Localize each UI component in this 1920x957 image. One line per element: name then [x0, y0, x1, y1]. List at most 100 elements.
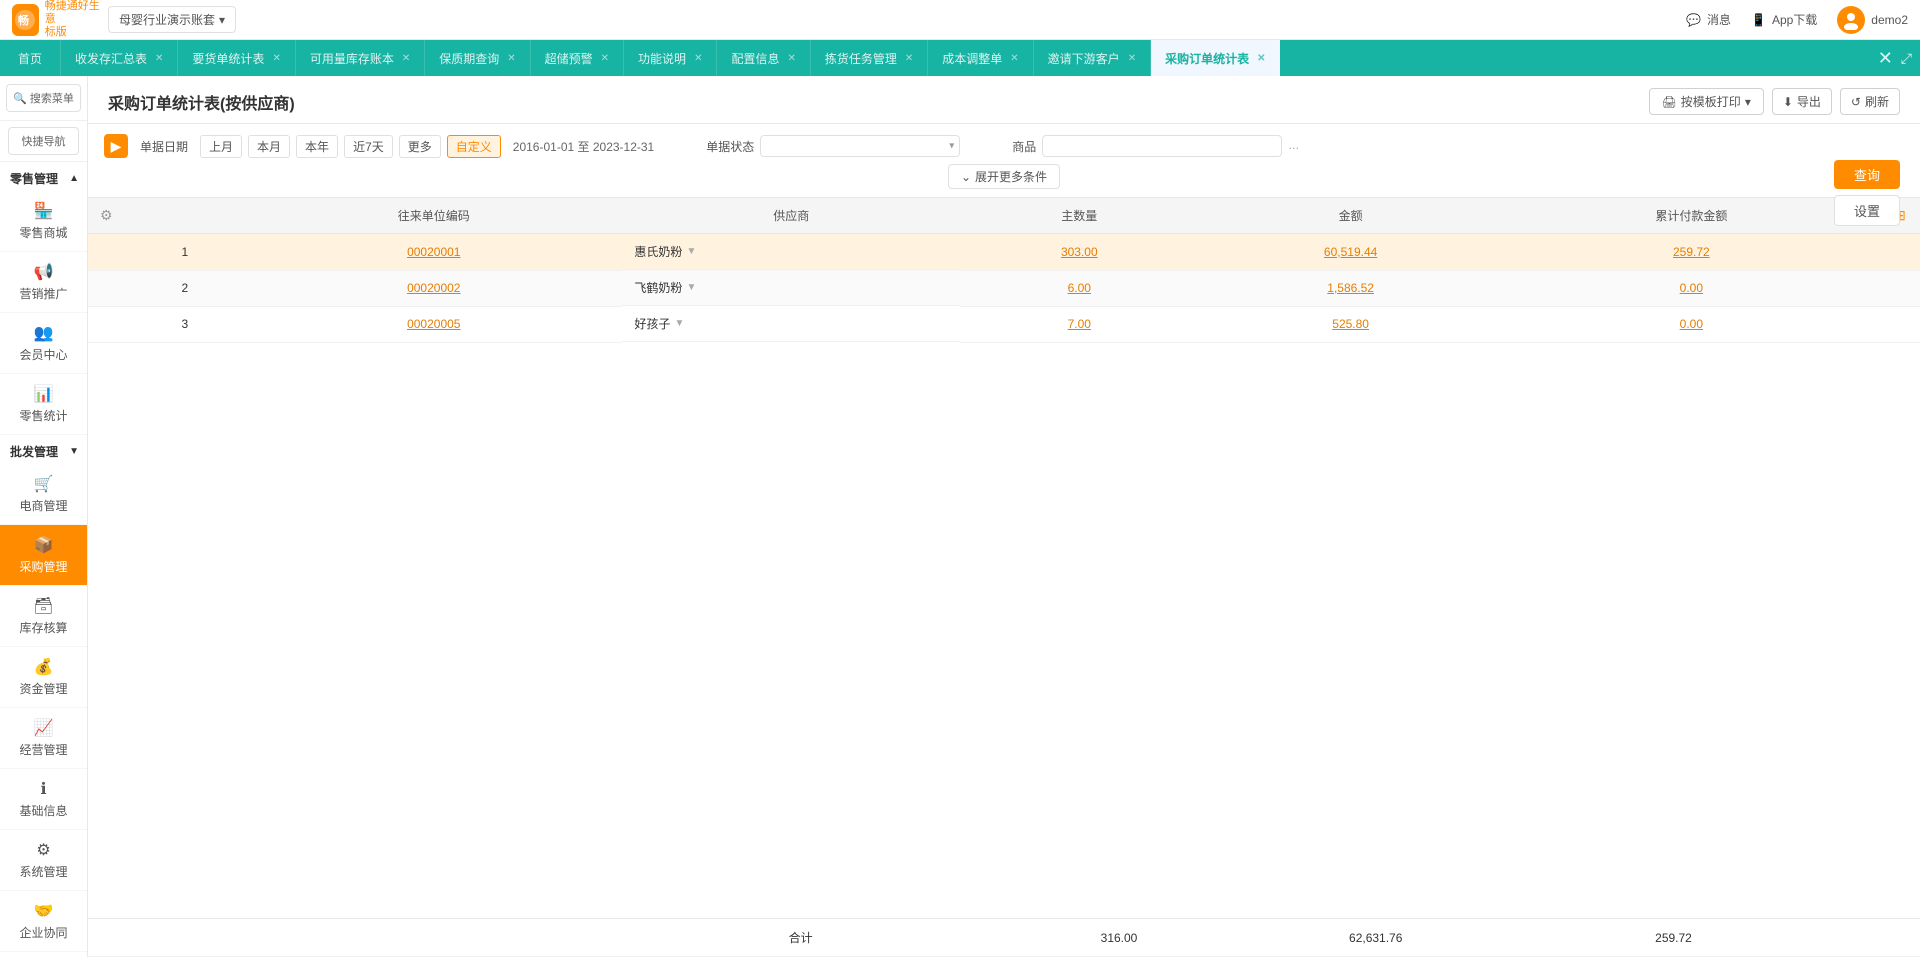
settings-icon[interactable]: ⚙ — [100, 207, 113, 223]
close-icon[interactable]: ✕ — [1128, 53, 1136, 64]
close-icon[interactable]: ✕ — [905, 53, 913, 64]
setting-button[interactable]: 设置 — [1834, 195, 1900, 226]
main-qty-cell[interactable]: 6.00 — [960, 270, 1199, 306]
cumulative-paid-cell[interactable]: 0.00 — [1503, 306, 1880, 342]
tab-config-info[interactable]: 配置信息 ✕ — [717, 40, 810, 76]
date-btn-this-month[interactable]: 本月 — [248, 135, 290, 158]
sidebar-item-marketing[interactable]: 📢 营销推广 — [0, 252, 87, 313]
tab-home[interactable]: 首页 — [0, 40, 61, 76]
sidebar-item-new-guide[interactable]: 🆕 新手引导 — [0, 952, 87, 957]
sidebar-item-label: 电商管理 — [19, 497, 67, 514]
col-header-cumulative-paid: 累计付款金额 — [1503, 198, 1880, 234]
date-btn-this-year[interactable]: 本年 — [296, 135, 338, 158]
col-header-main-qty: 主数量 — [960, 198, 1199, 234]
query-button[interactable]: 查询 — [1834, 160, 1900, 189]
sidebar-item-operation[interactable]: 📈 经营管理 — [0, 708, 87, 769]
sidebar-item-purchase[interactable]: 📦 采购管理 — [0, 525, 87, 586]
footer-main-qty: 316.00 — [996, 919, 1242, 957]
tab-order-summary[interactable]: 要货单统计表 ✕ — [178, 40, 295, 76]
close-icon[interactable]: ✕ — [787, 53, 795, 64]
expand-row-icon[interactable]: ▼ — [674, 318, 684, 329]
cumulative-paid-cell[interactable]: 259.72 — [1503, 234, 1880, 271]
operation-icon: 📈 — [34, 718, 54, 738]
main-qty-cell[interactable]: 7.00 — [960, 306, 1199, 342]
message-button[interactable]: 💬 消息 — [1686, 11, 1731, 28]
workspace-selector[interactable]: 母婴行业演示账套 ▾ — [108, 6, 236, 33]
row-expand-cell — [88, 234, 125, 271]
user-menu[interactable]: demo2 — [1837, 6, 1908, 34]
close-icon[interactable]: ✕ — [507, 53, 515, 64]
top-bar: 畅 畅捷通好生意 标版 母婴行业演示账套 ▾ 💬 消息 📱 App下载 demo… — [0, 0, 1920, 40]
tab-invite-downstream[interactable]: 邀请下游客户 ✕ — [1034, 40, 1151, 76]
amount-cell[interactable]: 525.80 — [1199, 306, 1503, 342]
expand-row-icon[interactable]: ▼ — [686, 282, 696, 293]
sidebar-item-ecommerce[interactable]: 🛒 电商管理 — [0, 464, 87, 525]
sidebar-item-fund[interactable]: 💰 资金管理 — [0, 647, 87, 708]
sidebar-item-basic-info[interactable]: ℹ 基础信息 — [0, 769, 87, 830]
sidebar-group-wholesale[interactable]: 批发管理 ▼ — [0, 435, 87, 464]
supplier-code-cell[interactable]: 00020002 — [245, 270, 622, 306]
page-header-actions: 🖨 按模板打印 ▾ ⬇ 导出 ↺ 刷新 — [1649, 88, 1900, 115]
amount-cell[interactable]: 60,519.44 — [1199, 234, 1503, 271]
footer-amount: 62,631.76 — [1242, 919, 1509, 957]
sidebar-item-retail-stats[interactable]: 📊 零售统计 — [0, 374, 87, 435]
close-icon[interactable]: ✕ — [1257, 53, 1265, 64]
sidebar-item-label: 企业协同 — [19, 924, 67, 941]
search-menu-button[interactable]: 🔍 搜索菜单 — [6, 84, 81, 112]
supplier-code-cell[interactable]: 00020001 — [245, 234, 622, 271]
app-download-button[interactable]: 📱 App下载 — [1751, 11, 1817, 28]
sidebar-item-enterprise[interactable]: 🤝 企业协同 — [0, 891, 87, 952]
workspace-label: 母婴行业演示账套 — [119, 11, 215, 28]
main-qty-cell[interactable]: 303.00 — [960, 234, 1199, 271]
sidebar-item-system[interactable]: ⚙ 系统管理 — [0, 830, 87, 891]
date-btn-7days[interactable]: 近7天 — [344, 135, 393, 158]
sidebar-item-retail-mall[interactable]: 🏪 零售商城 — [0, 191, 87, 252]
close-all-tabs-button[interactable]: ✕ — [1878, 49, 1893, 67]
tab-function-desc[interactable]: 功能说明 ✕ — [624, 40, 717, 76]
table-row: 3 00020005 好孩子 ▼ 7.00 525.80 0.00 — [88, 306, 1920, 342]
template-print-button[interactable]: 🖨 按模板打印 ▾ — [1649, 88, 1764, 115]
ecommerce-icon: 🛒 — [34, 474, 54, 494]
row-num-cell: 1 — [125, 234, 246, 271]
close-icon[interactable]: ✕ — [402, 53, 410, 64]
supplier-code-cell[interactable]: 00020005 — [245, 306, 622, 342]
date-btn-more[interactable]: 更多 — [399, 135, 441, 158]
tab-receive-summary[interactable]: 收发存汇总表 ✕ — [61, 40, 178, 76]
table-row: 1 00020001 惠氏奶粉 ▼ 303.00 60,519.44 259.7… — [88, 234, 1920, 271]
close-icon[interactable]: ✕ — [155, 53, 163, 64]
sidebar-group-retail[interactable]: 零售管理 ▲ — [0, 162, 87, 191]
tab-picking-task[interactable]: 拣货任务管理 ✕ — [811, 40, 928, 76]
close-icon[interactable]: ✕ — [694, 53, 702, 64]
tab-purchase-summary[interactable]: 采购订单统计表 ✕ — [1151, 40, 1280, 76]
goods-more-button[interactable]: … — [1288, 140, 1299, 152]
tab-expiry-query[interactable]: 保质期查询 ✕ — [425, 40, 530, 76]
close-icon[interactable]: ✕ — [272, 53, 280, 64]
quick-nav-button[interactable]: 快捷导航 — [8, 127, 79, 155]
date-btn-last-month[interactable]: 上月 — [200, 135, 242, 158]
sidebar-item-label: 系统管理 — [19, 863, 67, 880]
sidebar-item-member-center[interactable]: 👥 会员中心 — [0, 313, 87, 374]
member-icon: 👥 — [34, 323, 54, 343]
expand-filter-button[interactable]: ⌄ 展开更多条件 — [948, 164, 1060, 189]
filter-toggle-button[interactable]: ▶ — [104, 134, 128, 158]
expand-row-icon[interactable]: ▼ — [686, 246, 696, 257]
avatar — [1837, 6, 1865, 34]
export-button[interactable]: ⬇ 导出 — [1772, 88, 1832, 115]
status-select[interactable] — [760, 135, 960, 157]
tab-cost-adjust[interactable]: 成本调整单 ✕ — [928, 40, 1033, 76]
main-layout: 🔍 搜索菜单 快捷导航 零售管理 ▲ 🏪 零售商城 📢 营销推广 👥 会员中心 … — [0, 76, 1920, 957]
close-icon[interactable]: ✕ — [1010, 53, 1018, 64]
cumulative-paid-cell[interactable]: 0.00 — [1503, 270, 1880, 306]
date-btn-custom[interactable]: 自定义 — [447, 135, 501, 158]
quick-nav-section: 快捷导航 — [0, 121, 87, 162]
goods-search-input[interactable] — [1042, 135, 1282, 157]
sidebar-item-inventory[interactable]: 🗃 库存核算 — [0, 586, 87, 647]
tab-overstock-warning[interactable]: 超储预警 ✕ — [531, 40, 624, 76]
amount-cell[interactable]: 1,586.52 — [1199, 270, 1503, 306]
close-icon[interactable]: ✕ — [601, 53, 609, 64]
expand-tabs-button[interactable]: ⤢ — [1901, 50, 1912, 67]
refresh-button[interactable]: ↺ 刷新 — [1840, 88, 1900, 115]
svg-text:畅: 畅 — [18, 13, 29, 27]
tab-usable-inventory[interactable]: 可用量库存账本 ✕ — [296, 40, 425, 76]
chevron-down-icon: ⌄ — [961, 170, 971, 184]
